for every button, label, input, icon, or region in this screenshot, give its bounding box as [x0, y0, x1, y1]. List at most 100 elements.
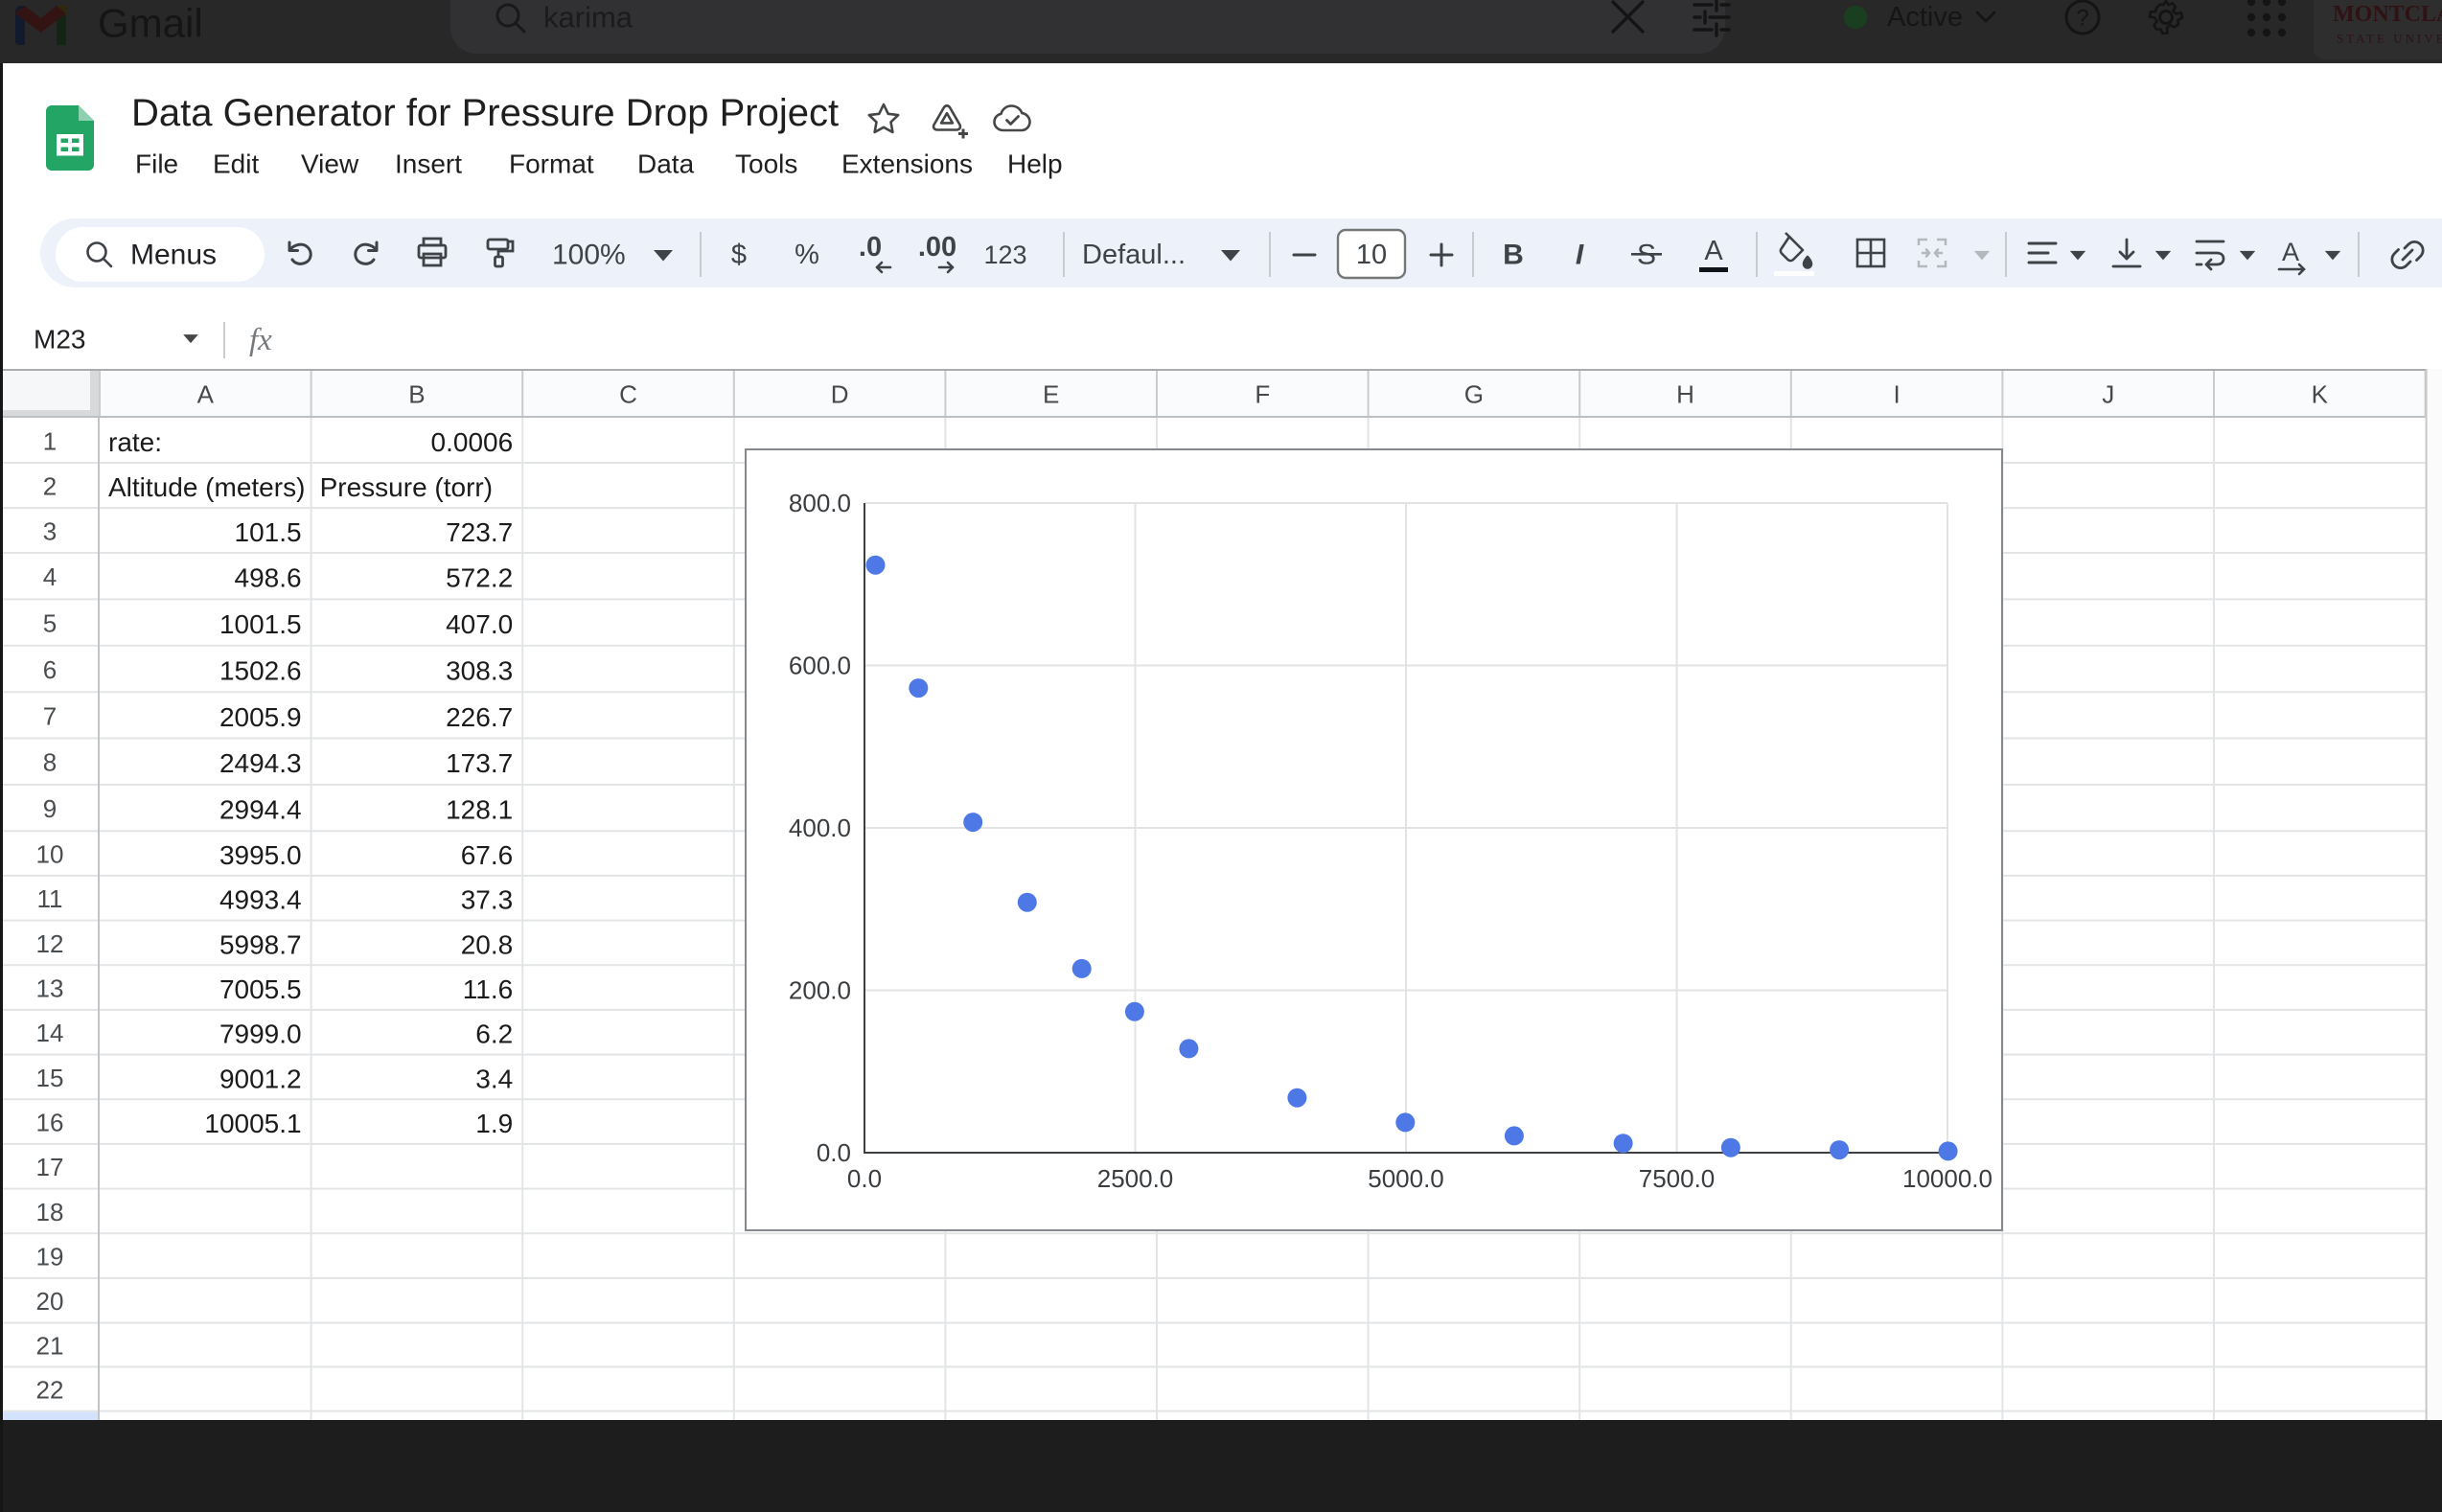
- svg-text:Edit: Edit: [213, 149, 259, 179]
- svg-text:2994.4: 2994.4: [219, 795, 302, 825]
- svg-text:2: 2: [43, 472, 57, 501]
- svg-text:600.0: 600.0: [789, 652, 851, 680]
- svg-text:.00: .00: [918, 232, 956, 263]
- svg-text:2494.3: 2494.3: [219, 748, 302, 778]
- svg-text:10: 10: [36, 840, 64, 869]
- svg-text:407.0: 407.0: [446, 609, 513, 639]
- svg-text:3: 3: [43, 517, 57, 546]
- svg-text:100%: 100%: [552, 240, 626, 271]
- svg-text:I: I: [1576, 240, 1584, 271]
- svg-text:G: G: [1464, 380, 1484, 409]
- svg-text:A: A: [197, 380, 215, 409]
- svg-text:rate:: rate:: [108, 427, 162, 457]
- svg-text:0.0006: 0.0006: [431, 427, 514, 457]
- svg-text:C: C: [619, 380, 637, 409]
- svg-text:2005.9: 2005.9: [219, 702, 302, 732]
- svg-text:A: A: [2282, 238, 2299, 266]
- svg-text:karima: karima: [543, 1, 634, 34]
- svg-text:5: 5: [43, 609, 57, 638]
- svg-text:17: 17: [36, 1153, 64, 1181]
- svg-text:400.0: 400.0: [789, 813, 851, 842]
- svg-text:Altitude (meters): Altitude (meters): [108, 472, 305, 502]
- svg-text:7500.0: 7500.0: [1639, 1164, 1716, 1193]
- svg-text:10: 10: [1356, 240, 1387, 270]
- svg-text:173.7: 173.7: [446, 748, 513, 778]
- svg-text:M23: M23: [34, 325, 85, 355]
- svg-text:10005.1: 10005.1: [204, 1109, 301, 1138]
- svg-text:13: 13: [36, 974, 64, 1003]
- svg-text:Defaul...: Defaul...: [1082, 240, 1186, 270]
- svg-text:101.5: 101.5: [235, 517, 302, 547]
- svg-text:226.7: 226.7: [446, 702, 513, 732]
- svg-text:16: 16: [36, 1109, 64, 1137]
- svg-text:3.4: 3.4: [475, 1064, 513, 1093]
- svg-text:123: 123: [983, 241, 1026, 269]
- svg-text:9001.2: 9001.2: [219, 1064, 302, 1093]
- svg-text:8: 8: [43, 748, 57, 777]
- svg-text:$: $: [731, 240, 747, 270]
- svg-text:K: K: [2312, 380, 2329, 409]
- svg-text:%: %: [795, 240, 819, 270]
- svg-text:D: D: [831, 380, 849, 409]
- svg-text:Active: Active: [1887, 2, 1963, 33]
- svg-text:7: 7: [43, 701, 57, 730]
- svg-text:B: B: [1503, 240, 1524, 271]
- svg-text:File: File: [135, 149, 178, 179]
- svg-text:Format: Format: [509, 149, 594, 179]
- svg-text:14: 14: [36, 1019, 64, 1047]
- svg-text:1001.5: 1001.5: [219, 609, 302, 639]
- svg-text:20: 20: [36, 1287, 64, 1316]
- svg-text:1.9: 1.9: [475, 1109, 513, 1138]
- svg-text:21: 21: [36, 1332, 64, 1361]
- svg-text:3995.0: 3995.0: [219, 840, 302, 870]
- svg-text:572.2: 572.2: [446, 563, 513, 593]
- svg-text:22: 22: [36, 1376, 64, 1405]
- svg-text:Pressure (torr): Pressure (torr): [320, 472, 493, 502]
- svg-text:308.3: 308.3: [446, 656, 513, 686]
- svg-text:View: View: [301, 149, 359, 179]
- svg-text:4993.4: 4993.4: [219, 885, 302, 915]
- svg-text:7005.5: 7005.5: [219, 974, 302, 1004]
- svg-text:6.2: 6.2: [475, 1019, 513, 1049]
- svg-text:MONTCLAIR: MONTCLAIR: [2333, 2, 2442, 27]
- svg-text:Data: Data: [637, 149, 695, 179]
- svg-text:Gmail: Gmail: [98, 1, 203, 46]
- svg-text:STATE UNIVERS: STATE UNIVERS: [2337, 32, 2442, 46]
- svg-text:.0: .0: [859, 232, 882, 263]
- svg-text:fx: fx: [249, 323, 272, 357]
- svg-text:498.6: 498.6: [235, 563, 302, 593]
- svg-text:800.0: 800.0: [789, 489, 851, 517]
- svg-text:A: A: [1704, 236, 1723, 266]
- svg-text:1: 1: [43, 427, 57, 456]
- svg-text:Insert: Insert: [395, 149, 462, 179]
- svg-text:I: I: [1893, 380, 1900, 409]
- svg-text:37.3: 37.3: [461, 885, 514, 915]
- svg-text:11.6: 11.6: [463, 974, 513, 1004]
- svg-text:B: B: [408, 380, 425, 409]
- svg-text:723.7: 723.7: [446, 517, 513, 547]
- svg-text:1502.6: 1502.6: [219, 656, 302, 686]
- svg-text:4: 4: [43, 562, 57, 591]
- svg-text:0.0: 0.0: [847, 1164, 882, 1193]
- svg-text:Data Generator for Pressure Dr: Data Generator for Pressure Drop Project: [131, 92, 839, 134]
- svg-text:Extensions: Extensions: [841, 149, 973, 179]
- svg-text:F: F: [1255, 380, 1270, 409]
- svg-text:5000.0: 5000.0: [1368, 1164, 1444, 1193]
- svg-text:6: 6: [43, 655, 57, 684]
- svg-text:2500.0: 2500.0: [1097, 1164, 1174, 1193]
- svg-text:19: 19: [36, 1243, 64, 1271]
- svg-text:10000.0: 10000.0: [1902, 1164, 1993, 1193]
- svg-text:18: 18: [36, 1198, 64, 1226]
- svg-text:7999.0: 7999.0: [219, 1019, 302, 1049]
- svg-text:H: H: [1676, 380, 1694, 409]
- svg-text:11: 11: [37, 884, 63, 913]
- svg-text:67.6: 67.6: [461, 840, 514, 870]
- svg-text:200.0: 200.0: [789, 976, 851, 1005]
- svg-text:15: 15: [36, 1064, 64, 1092]
- svg-text:20.8: 20.8: [461, 929, 514, 959]
- svg-text:Help: Help: [1007, 149, 1063, 179]
- svg-text:5998.7: 5998.7: [219, 929, 302, 959]
- svg-text:128.1: 128.1: [446, 795, 513, 825]
- svg-text:J: J: [2102, 380, 2114, 409]
- svg-text:E: E: [1043, 380, 1059, 409]
